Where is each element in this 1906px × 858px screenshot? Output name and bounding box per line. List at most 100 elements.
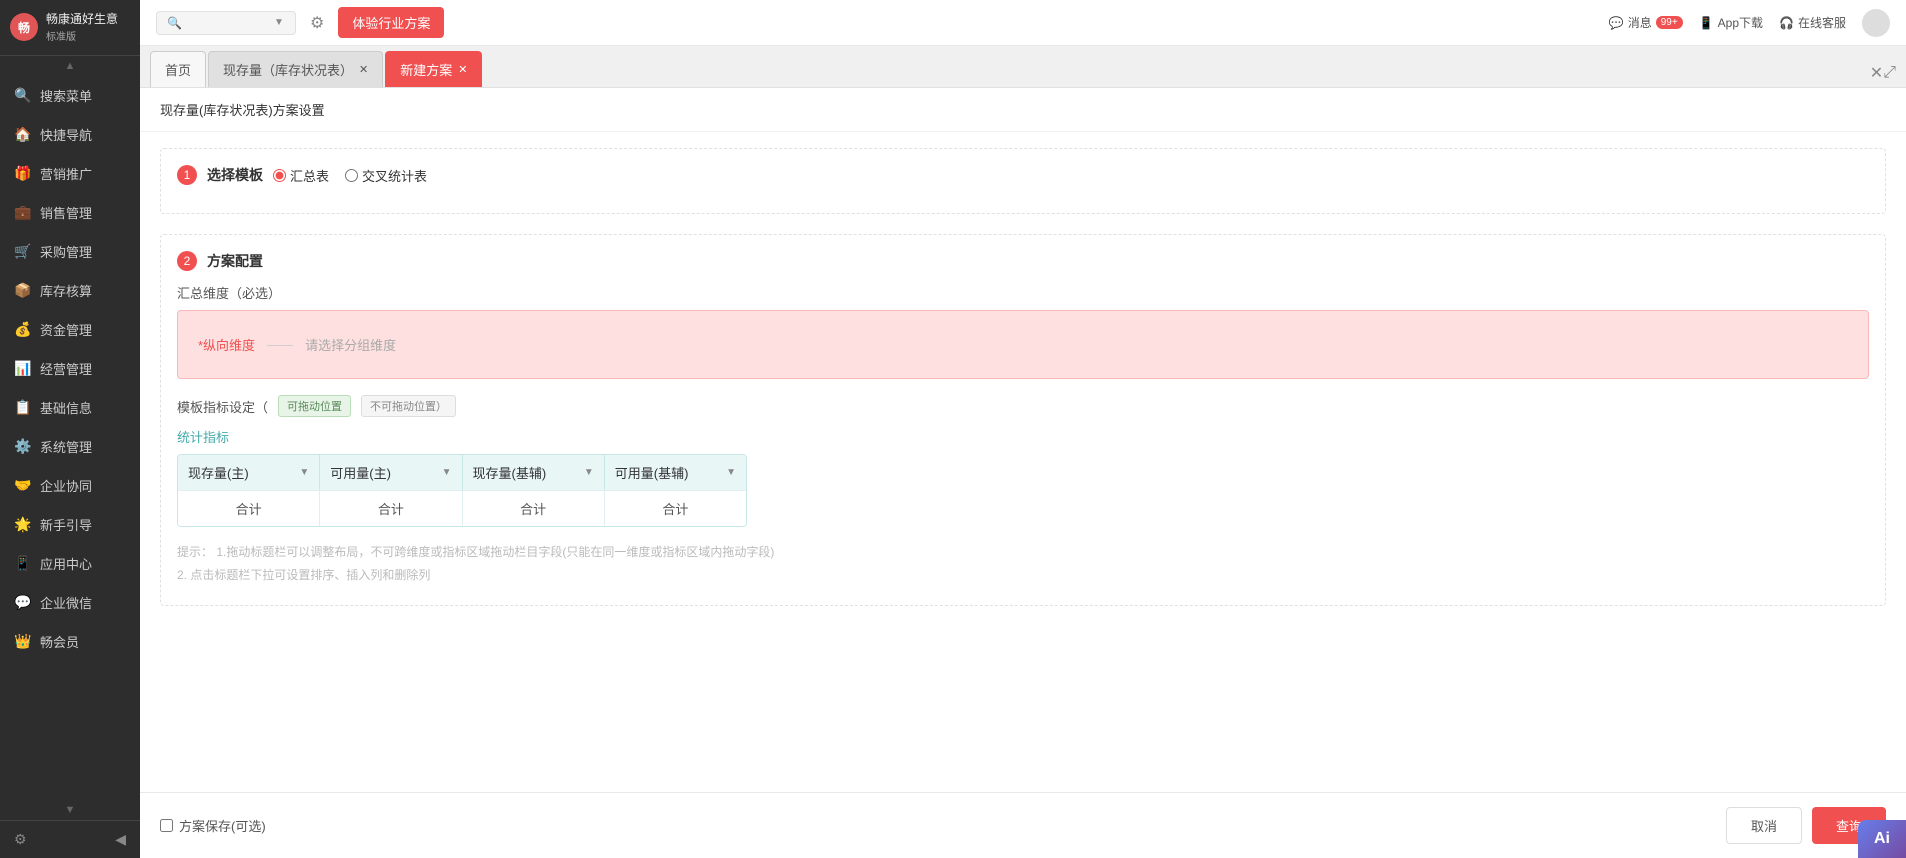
app-download-btn[interactable]: 📱 App下载 bbox=[1699, 14, 1763, 31]
draggable-badge: 可拖动位置 bbox=[278, 395, 351, 417]
search-input[interactable] bbox=[188, 16, 268, 30]
sidebar-item-base[interactable]: 📋 基础信息 bbox=[0, 388, 140, 427]
step2-header: 2 方案配置 bbox=[177, 251, 1869, 271]
indicator-settings: 模板指标设定（ 可拖动位置 不可拖动位置） 统计指标 现存量(主) ▼ bbox=[177, 395, 1869, 527]
gear-icon: ⚙️ bbox=[14, 437, 32, 455]
col-available-aux-chevron[interactable]: ▼ bbox=[726, 467, 736, 478]
cell-available-aux-sum: 合计 bbox=[605, 491, 746, 526]
crown-icon: 👑 bbox=[14, 632, 32, 650]
radio-cross-label: 交叉统计表 bbox=[362, 166, 427, 185]
sidebar-item-purchase[interactable]: 🛒 采购管理 bbox=[0, 232, 140, 271]
tab-inventory-close[interactable]: ✕ bbox=[359, 63, 368, 76]
radio-cross-input[interactable] bbox=[345, 169, 358, 182]
sidebar-item-label: 新手引导 bbox=[40, 515, 92, 534]
ai-button[interactable]: Ai bbox=[1858, 820, 1906, 858]
stats-table-row: 合计 合计 合计 合计 bbox=[178, 490, 746, 526]
topbar-settings-icon[interactable]: ⚙ bbox=[310, 13, 324, 33]
sidebar-bottom: ⚙ ◀ bbox=[0, 820, 140, 858]
non-draggable-badge: 不可拖动位置） bbox=[361, 395, 456, 417]
sidebar-item-label: 营销推广 bbox=[40, 164, 92, 183]
online-service-btn[interactable]: 🎧 在线客服 bbox=[1779, 14, 1846, 31]
mobile-icon: 📱 bbox=[1699, 16, 1714, 30]
message-btn[interactable]: 💬 消息 99+ bbox=[1609, 14, 1683, 31]
sidebar-item-app-center[interactable]: 📱 应用中心 bbox=[0, 544, 140, 583]
settings-icon[interactable]: ⚙ bbox=[14, 831, 27, 848]
col-current-main-label: 现存量(主) bbox=[188, 463, 249, 482]
sidebar-item-label: 企业协同 bbox=[40, 476, 92, 495]
step2-number: 2 bbox=[177, 251, 197, 271]
content-body: 1 选择模板 汇总表 交叉统计表 bbox=[140, 132, 1906, 722]
search-icon: 🔍 bbox=[167, 16, 182, 30]
cell-available-main-sum: 合计 bbox=[320, 491, 462, 526]
search-icon: 🔍 bbox=[14, 86, 32, 104]
sidebar-item-sales[interactable]: 💼 销售管理 bbox=[0, 193, 140, 232]
tab-new-plan-label: 新建方案 bbox=[400, 60, 452, 79]
sidebar-scroll-up[interactable]: ▲ bbox=[0, 56, 140, 76]
sidebar-item-guide[interactable]: 🌟 新手引导 bbox=[0, 505, 140, 544]
experience-btn[interactable]: 体验行业方案 bbox=[338, 7, 444, 38]
chart-icon: 📊 bbox=[14, 359, 32, 377]
sidebar-item-search[interactable]: 🔍 搜索菜单 bbox=[0, 76, 140, 115]
topbar-search-box[interactable]: 🔍 ▼ bbox=[156, 11, 296, 35]
tip-2: 2. 点击标题栏下拉可设置排序、插入列和删除列 bbox=[177, 566, 1869, 585]
sidebar-scroll-down[interactable]: ▼ bbox=[0, 800, 140, 820]
col-available-main-chevron[interactable]: ▼ bbox=[442, 467, 452, 478]
tab-home-label: 首页 bbox=[165, 60, 191, 79]
col-current-aux-label: 现存量(基辅) bbox=[473, 463, 547, 482]
cancel-button[interactable]: 取消 bbox=[1726, 807, 1802, 844]
sidebar-item-wechat[interactable]: 💬 企业微信 bbox=[0, 583, 140, 622]
user-avatar[interactable] bbox=[1862, 9, 1890, 37]
col-current-main-chevron[interactable]: ▼ bbox=[299, 467, 309, 478]
expand-panel-btn[interactable]: ⤢ bbox=[1883, 64, 1896, 82]
sidebar-item-cooperation[interactable]: 🤝 企业协同 bbox=[0, 466, 140, 505]
file-icon: 📋 bbox=[14, 398, 32, 416]
close-panel-btn[interactable]: ✕ bbox=[1870, 63, 1883, 83]
wechat-icon: 💬 bbox=[14, 593, 32, 611]
step2-title: 方案配置 bbox=[207, 251, 263, 271]
sidebar-item-business[interactable]: 📊 经营管理 bbox=[0, 349, 140, 388]
sidebar-item-quick-nav[interactable]: 🏠 快捷导航 bbox=[0, 115, 140, 154]
step2-section: 2 方案配置 汇总维度（必选） *纵向维度 —— 请选择分组维度 模板指标设定（… bbox=[160, 234, 1886, 606]
message-badge: 99+ bbox=[1656, 16, 1683, 29]
sidebar-item-member[interactable]: 👑 畅会员 bbox=[0, 622, 140, 661]
tab-new-plan[interactable]: 新建方案 ✕ bbox=[385, 51, 482, 87]
handshake-icon: 🤝 bbox=[14, 476, 32, 494]
radio-summary[interactable]: 汇总表 bbox=[273, 166, 329, 185]
tab-inventory-status[interactable]: 现存量（库存状况表） ✕ bbox=[208, 51, 383, 87]
app-download-label: App下载 bbox=[1718, 14, 1763, 31]
topbar-right: 💬 消息 99+ 📱 App下载 🎧 在线客服 bbox=[1609, 9, 1890, 37]
col-available-aux[interactable]: 可用量(基辅) ▼ bbox=[605, 455, 746, 490]
tab-new-plan-close[interactable]: ✕ bbox=[458, 63, 467, 76]
gift-icon: 🎁 bbox=[14, 164, 32, 182]
sidebar-item-label: 畅会员 bbox=[40, 632, 79, 651]
col-current-aux[interactable]: 现存量(基辅) ▼ bbox=[463, 455, 605, 490]
stats-table: 现存量(主) ▼ 可用量(主) ▼ 现存量(基辅) ▼ bbox=[177, 454, 747, 527]
tab-home[interactable]: 首页 bbox=[150, 51, 206, 87]
sidebar-item-label: 资金管理 bbox=[40, 320, 92, 339]
search-dropdown-icon[interactable]: ▼ bbox=[274, 17, 284, 28]
save-option: 方案保存(可选) bbox=[160, 816, 266, 835]
radio-summary-label: 汇总表 bbox=[290, 166, 329, 185]
col-current-main[interactable]: 现存量(主) ▼ bbox=[178, 455, 320, 490]
sidebar-item-marketing[interactable]: 🎁 营销推广 bbox=[0, 154, 140, 193]
sidebar-item-system[interactable]: ⚙️ 系统管理 bbox=[0, 427, 140, 466]
sidebar-item-inventory[interactable]: 📦 库存核算 bbox=[0, 271, 140, 310]
stats-table-header: 现存量(主) ▼ 可用量(主) ▼ 现存量(基辅) ▼ bbox=[178, 455, 746, 490]
collapse-icon[interactable]: ◀ bbox=[115, 831, 126, 848]
content-area: 现存量(库存状况表)方案设置 1 选择模板 汇总表 交叉统计表 bbox=[140, 88, 1906, 858]
save-checkbox[interactable] bbox=[160, 819, 173, 832]
tab-inventory-label: 现存量（库存状况表） bbox=[223, 60, 353, 79]
message-icon: 💬 bbox=[1609, 16, 1624, 30]
summary-dim-label: 汇总维度（必选） bbox=[177, 283, 1869, 302]
cell-current-aux-sum: 合计 bbox=[463, 491, 605, 526]
sidebar-item-label: 基础信息 bbox=[40, 398, 92, 417]
radio-summary-input[interactable] bbox=[273, 169, 286, 182]
sidebar-item-label: 搜索菜单 bbox=[40, 86, 92, 105]
topbar: 🔍 ▼ ⚙ 体验行业方案 💬 消息 99+ 📱 App下载 🎧 在线客服 bbox=[140, 0, 1906, 46]
home-icon: 🏠 bbox=[14, 125, 32, 143]
sidebar-item-label: 库存核算 bbox=[40, 281, 92, 300]
radio-cross[interactable]: 交叉统计表 bbox=[345, 166, 427, 185]
sidebar-item-finance[interactable]: 💰 资金管理 bbox=[0, 310, 140, 349]
col-available-main[interactable]: 可用量(主) ▼ bbox=[320, 455, 462, 490]
col-current-aux-chevron[interactable]: ▼ bbox=[584, 467, 594, 478]
